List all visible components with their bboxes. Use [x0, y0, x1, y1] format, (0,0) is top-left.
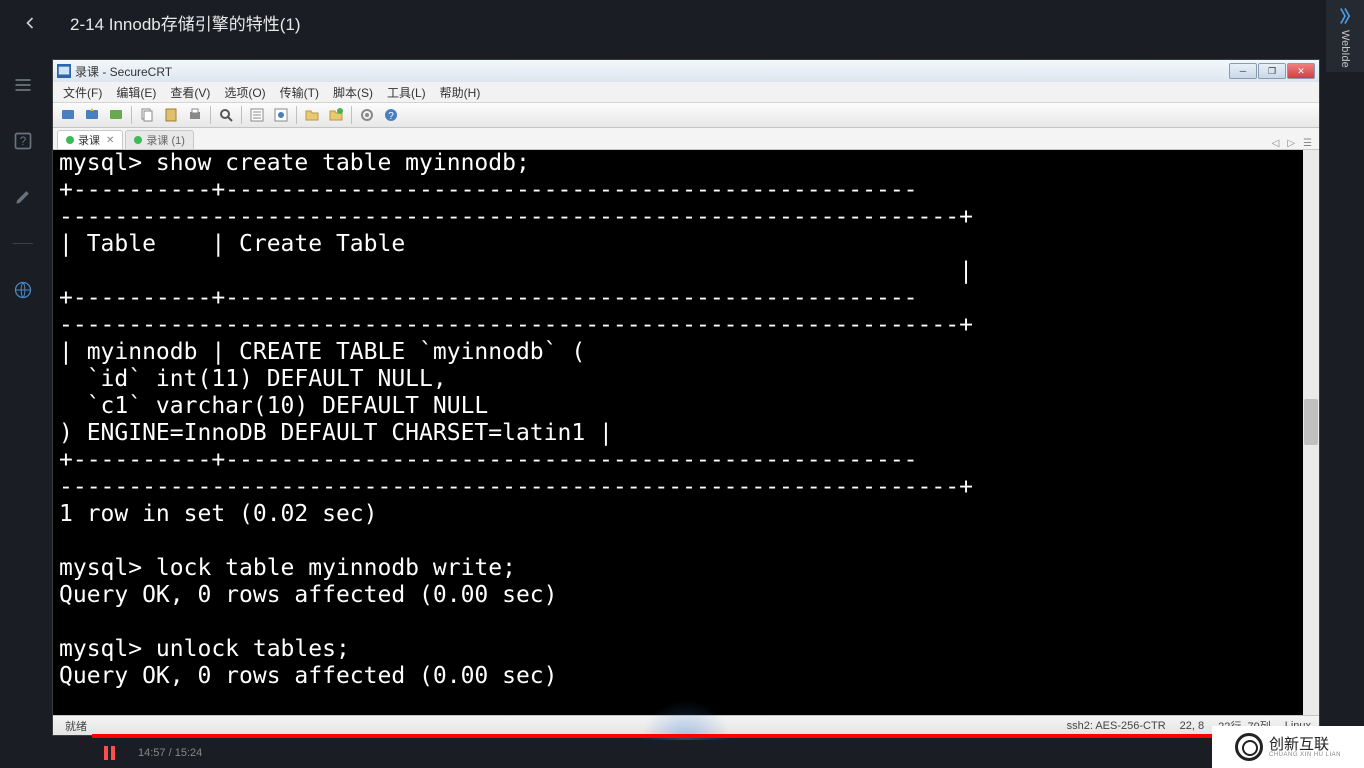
session-tabs: 录课 ✕ 录课 (1) ◁ ▷ ☰ — [53, 128, 1319, 150]
watermark-text-cn: 创新互联 — [1269, 737, 1341, 752]
menu-script[interactable]: 脚本(S) — [329, 84, 377, 101]
menu-icon[interactable] — [13, 75, 33, 95]
globe-icon[interactable] — [13, 280, 33, 300]
tab-list-icon[interactable]: ☰ — [1300, 138, 1315, 149]
minimize-button[interactable]: ─ — [1229, 63, 1257, 79]
menu-file[interactable]: 文件(F) — [59, 84, 106, 101]
toolbar-quickconnect-icon[interactable] — [81, 104, 103, 126]
page-title: 2-14 Innodb存储引擎的特性(1) — [70, 10, 301, 35]
tab-prev-icon[interactable]: ◁ — [1269, 138, 1283, 149]
left-sidebar: ? — [0, 45, 46, 768]
progress-bar[interactable] — [92, 734, 1288, 738]
video-time: 14:57 / 15:24 — [138, 747, 202, 759]
help-icon[interactable]: ? — [13, 131, 33, 151]
securecrt-app-icon — [57, 64, 71, 78]
toolbar-new-icon[interactable] — [325, 104, 347, 126]
progress-fill — [92, 734, 1252, 738]
webide-icon — [1335, 6, 1355, 26]
watermark-icon — [1235, 733, 1263, 761]
tab-label: 录课 (1) — [146, 132, 185, 148]
menu-view[interactable]: 查看(V) — [166, 84, 214, 101]
menu-transfer[interactable]: 传输(T) — [276, 84, 323, 101]
svg-text:?: ? — [20, 135, 27, 148]
status-coords: 22, 8 — [1180, 720, 1204, 732]
toolbar-connect-icon[interactable] — [57, 104, 79, 126]
status-ssh: ssh2: AES-256-CTR — [1067, 720, 1166, 732]
status-ready: 就绪 — [65, 718, 87, 734]
close-button[interactable]: ✕ — [1287, 63, 1315, 79]
edit-icon[interactable] — [13, 187, 33, 207]
menu-bar: 文件(F) 编辑(E) 查看(V) 选项(O) 传输(T) 脚本(S) 工具(L… — [53, 82, 1319, 102]
toolbar-reconnect-icon[interactable] — [105, 104, 127, 126]
video-controls: 14:57 / 15:24 — [92, 734, 1288, 768]
toolbar-properties-icon[interactable] — [246, 104, 268, 126]
menu-help[interactable]: 帮助(H) — [436, 84, 485, 101]
toolbar-print-icon[interactable] — [184, 104, 206, 126]
connection-status-icon — [134, 136, 142, 144]
status-bar: 就绪 ssh2: AES-256-CTR 22, 8 22行, 79列 Linu… — [53, 715, 1319, 735]
toolbar-help-icon[interactable]: ? — [380, 104, 402, 126]
toolbar-settings-icon[interactable] — [356, 104, 378, 126]
menu-tools[interactable]: 工具(L) — [383, 84, 430, 101]
watermark-text-en: CHUANG XIN HU LIAN — [1269, 752, 1341, 758]
tab-label: 录课 — [78, 132, 100, 148]
toolbar: ? — [53, 102, 1319, 128]
session-tab-inactive[interactable]: 录课 (1) — [125, 130, 194, 149]
menu-edit[interactable]: 编辑(E) — [112, 84, 160, 101]
toolbar-folder-icon[interactable] — [301, 104, 323, 126]
toolbar-paste-icon[interactable] — [160, 104, 182, 126]
right-sidebar[interactable]: WebIde — [1326, 0, 1364, 72]
maximize-button[interactable]: ❐ — [1258, 63, 1286, 79]
toolbar-session-options-icon[interactable] — [270, 104, 292, 126]
terminal-scrollbar[interactable] — [1303, 150, 1319, 715]
watermark-logo: 创新互联 CHUANG XIN HU LIAN — [1212, 726, 1364, 768]
toolbar-find-icon[interactable] — [215, 104, 237, 126]
session-tab-active[interactable]: 录课 ✕ — [57, 130, 123, 149]
window-title: 录课 - SecureCRT — [75, 63, 1229, 80]
toolbar-copy-icon[interactable] — [136, 104, 158, 126]
tab-next-icon[interactable]: ▷ — [1284, 138, 1298, 149]
tab-close-icon[interactable]: ✕ — [106, 135, 114, 146]
securecrt-window: 录课 - SecureCRT ─ ❐ ✕ 文件(F) 编辑(E) 查看(V) 选… — [52, 59, 1320, 736]
menu-options[interactable]: 选项(O) — [220, 84, 269, 101]
terminal-output[interactable]: mysql> show create table myinnodb; +----… — [53, 150, 1319, 715]
webide-label: WebIde — [1339, 30, 1351, 68]
connection-status-icon — [66, 136, 74, 144]
back-arrow-icon[interactable] — [20, 13, 40, 33]
svg-text:?: ? — [388, 111, 394, 122]
pause-button[interactable] — [104, 744, 122, 762]
window-titlebar[interactable]: 录课 - SecureCRT ─ ❐ ✕ — [53, 60, 1319, 82]
